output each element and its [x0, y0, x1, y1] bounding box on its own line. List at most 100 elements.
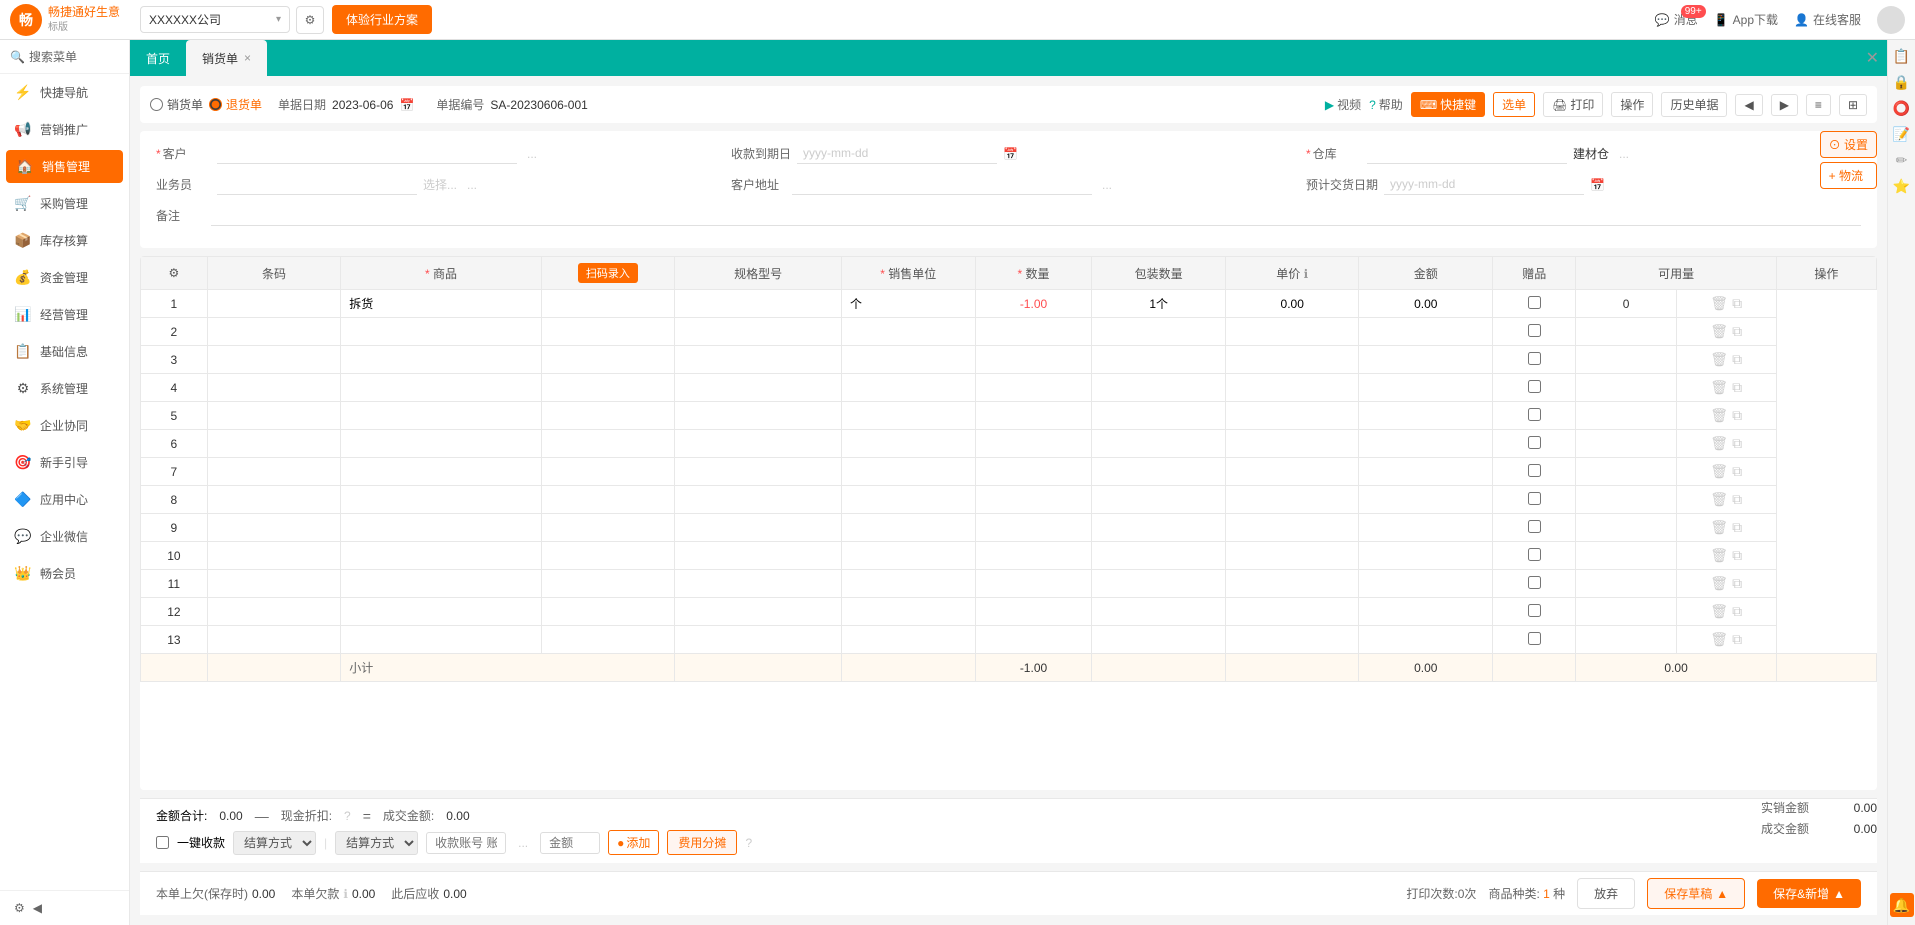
row-unit[interactable]	[842, 514, 976, 542]
history-btn[interactable]: 历史单据	[1661, 92, 1727, 117]
address-dots[interactable]: ...	[1098, 178, 1116, 192]
row-copy-icon[interactable]: ⧉	[1732, 631, 1742, 648]
save-draft-button[interactable]: 保存草稿 ▲	[1647, 878, 1745, 909]
right-panel-icon-1[interactable]: 📋	[1890, 44, 1914, 68]
settings-icon[interactable]: ⚙	[296, 6, 324, 34]
row-spec[interactable]	[675, 570, 842, 598]
row-pkgqty[interactable]	[1092, 346, 1226, 374]
row-delete-icon[interactable]: 🗑	[1710, 547, 1728, 564]
row-gift[interactable]	[1493, 318, 1576, 346]
row-unit[interactable]	[842, 458, 976, 486]
sidebar-item-guide[interactable]: 🎯 新手引导	[0, 444, 129, 481]
row-copy-icon[interactable]: ⧉	[1732, 603, 1742, 620]
row-pkgqty[interactable]	[1092, 598, 1226, 626]
row-barcode[interactable]	[207, 430, 341, 458]
row-gift[interactable]	[1493, 290, 1576, 318]
row-spec[interactable]	[675, 402, 842, 430]
app-download-button[interactable]: 📱 App下载	[1714, 11, 1778, 28]
row-pkgqty[interactable]	[1092, 318, 1226, 346]
row-delete-icon[interactable]: 🗑	[1710, 519, 1728, 536]
row-unit[interactable]	[842, 486, 976, 514]
row-goods[interactable]	[341, 626, 541, 654]
row-spec[interactable]	[675, 318, 842, 346]
row-goods[interactable]	[341, 430, 541, 458]
row-copy-icon[interactable]: ⧉	[1732, 407, 1742, 424]
row-goods[interactable]	[341, 374, 541, 402]
note-input[interactable]	[211, 205, 1861, 226]
row-goods[interactable]	[341, 402, 541, 430]
user-avatar[interactable]	[1877, 6, 1905, 34]
row-price[interactable]	[1225, 374, 1359, 402]
row-qty[interactable]	[975, 458, 1092, 486]
row-unit[interactable]	[842, 346, 976, 374]
trial-button[interactable]: 体验行业方案	[332, 5, 432, 34]
payment-split-select[interactable]: 结算方式	[335, 831, 418, 855]
row-price[interactable]	[1225, 514, 1359, 542]
row-price[interactable]	[1225, 318, 1359, 346]
sidebar-item-sales[interactable]: 🏠 销售管理	[6, 150, 123, 183]
row-gift[interactable]	[1493, 486, 1576, 514]
th-settings[interactable]: ⚙	[141, 257, 208, 290]
row-copy-icon[interactable]: ⧉	[1732, 575, 1742, 592]
row-price[interactable]	[1225, 626, 1359, 654]
row-barcode[interactable]	[207, 458, 341, 486]
row-pkgqty[interactable]	[1092, 570, 1226, 598]
salesperson-input[interactable]	[217, 174, 417, 195]
sidebar-item-inventory[interactable]: 📦 库存核算	[0, 222, 129, 259]
row-delete-icon[interactable]: 🗑	[1710, 631, 1728, 648]
customer-input[interactable]	[217, 143, 517, 164]
row-gift[interactable]	[1493, 514, 1576, 542]
row-pkgqty[interactable]	[1092, 430, 1226, 458]
row-pkgqty[interactable]	[1092, 458, 1226, 486]
tab-home[interactable]: 首页	[130, 40, 186, 76]
shortcut-btn[interactable]: ⌨ 快捷键	[1411, 92, 1485, 117]
row-unit[interactable]	[842, 374, 976, 402]
sidebar-item-purchase[interactable]: 🛒 采购管理	[0, 185, 129, 222]
row-qty[interactable]	[975, 346, 1092, 374]
row-qty[interactable]	[975, 318, 1092, 346]
row-amount[interactable]	[1359, 458, 1493, 486]
row-amount[interactable]	[1359, 542, 1493, 570]
expense-button[interactable]: 费用分摊	[667, 830, 737, 855]
right-panel-icon-3[interactable]: ⭕	[1890, 96, 1914, 120]
row-amount[interactable]	[1359, 626, 1493, 654]
row-barcode[interactable]	[207, 290, 341, 318]
warehouse-input[interactable]	[1367, 143, 1567, 164]
row-unit[interactable]	[842, 430, 976, 458]
row-goods[interactable]	[341, 570, 541, 598]
row-price[interactable]	[1225, 346, 1359, 374]
row-gift[interactable]	[1493, 598, 1576, 626]
row-qty[interactable]	[975, 430, 1092, 458]
row-unit[interactable]	[842, 290, 976, 318]
row-delete-icon[interactable]: 🗑	[1710, 463, 1728, 480]
row-pkgqty[interactable]	[1092, 626, 1226, 654]
row-qty[interactable]	[975, 486, 1092, 514]
row-spec[interactable]	[675, 346, 842, 374]
row-unit[interactable]	[842, 598, 976, 626]
row-price[interactable]	[1225, 486, 1359, 514]
row-price[interactable]	[1225, 402, 1359, 430]
row-barcode[interactable]	[207, 598, 341, 626]
one-click-payment-checkbox[interactable]	[156, 836, 169, 849]
th-scan[interactable]: 扫码录入	[541, 257, 675, 290]
sidebar-item-appstore[interactable]: 🔷 应用中心	[0, 481, 129, 518]
row-copy-icon[interactable]: ⧉	[1732, 379, 1742, 396]
row-delete-icon[interactable]: 🗑	[1710, 407, 1728, 424]
row-unit[interactable]	[842, 542, 976, 570]
payment-method-select[interactable]: 结算方式	[233, 831, 316, 855]
row-copy-icon[interactable]: ⧉	[1732, 295, 1742, 312]
video-btn[interactable]: ▶ 视频	[1325, 96, 1361, 113]
sidebar-item-collab[interactable]: 🤝 企业协同	[0, 407, 129, 444]
row-pkgqty[interactable]	[1092, 374, 1226, 402]
account-input[interactable]	[426, 832, 506, 854]
scan-button[interactable]: 扫码录入	[578, 263, 638, 283]
row-gift[interactable]	[1493, 570, 1576, 598]
row-unit[interactable]	[842, 626, 976, 654]
expense-help-icon[interactable]: ?	[745, 836, 752, 850]
row-amount[interactable]	[1359, 486, 1493, 514]
right-panel-icon-6[interactable]: ⭐	[1890, 174, 1914, 198]
row-goods[interactable]	[341, 486, 541, 514]
row-amount[interactable]	[1359, 514, 1493, 542]
delivery-date-calendar-icon[interactable]: 📅	[1590, 178, 1605, 192]
row-pkgqty[interactable]	[1092, 290, 1226, 318]
